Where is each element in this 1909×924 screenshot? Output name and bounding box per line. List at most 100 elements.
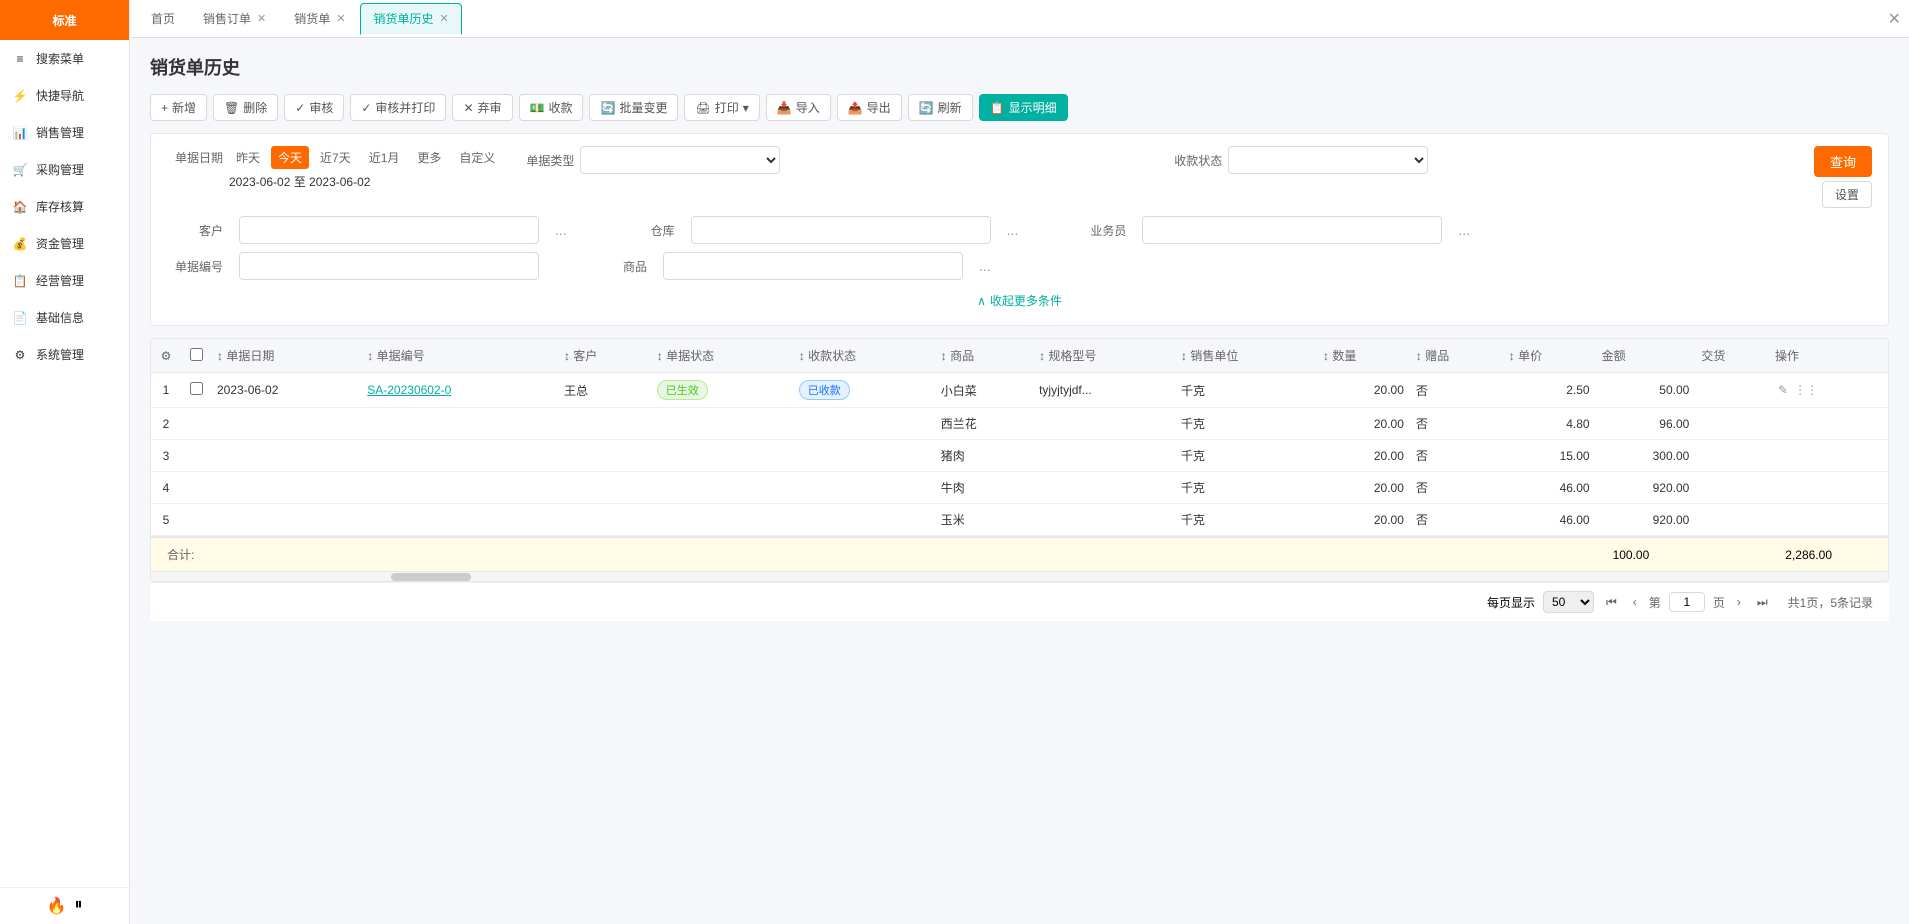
tab-sales-order[interactable]: 销售订单 ✕ bbox=[190, 3, 279, 35]
tab-sales-history-close[interactable]: ✕ bbox=[440, 12, 449, 25]
horizontal-scrollbar[interactable] bbox=[151, 571, 1888, 581]
sidebar-item-finance-mgmt[interactable]: 💰 资金管理 bbox=[0, 225, 129, 262]
collapse-btn[interactable]: ∧ 收起更多条件 bbox=[977, 288, 1062, 313]
customer-input[interactable] bbox=[239, 216, 539, 244]
warehouse-dots[interactable]: ... bbox=[1007, 222, 1019, 238]
page-input[interactable] bbox=[1669, 592, 1705, 612]
sidebar-item-inventory[interactable]: 🏠 库存核算 bbox=[0, 188, 129, 225]
sidebar-fire-icon[interactable]: 🔥 bbox=[47, 896, 67, 916]
audit-print-button[interactable]: ✓ 审核并打印 bbox=[350, 94, 446, 121]
th-customer[interactable]: ↕ 客户 bbox=[558, 339, 651, 373]
prev-page-btn[interactable]: ‹ bbox=[1629, 593, 1641, 611]
doc-no-input[interactable] bbox=[239, 252, 539, 280]
sidebar-item-sys-mgmt[interactable]: ⚙ 系统管理 bbox=[0, 336, 129, 373]
audit-print-label: 审核并打印 bbox=[375, 99, 435, 116]
scrollbar-thumb[interactable] bbox=[391, 573, 471, 581]
th-gift[interactable]: ↕ 赠品 bbox=[1410, 339, 1503, 373]
cell-checkbox[interactable] bbox=[181, 504, 211, 536]
cell-trade bbox=[1695, 504, 1769, 536]
th-doc-status[interactable]: ↕ 单据状态 bbox=[651, 339, 793, 373]
refresh-button[interactable]: 🔄 刷新 bbox=[908, 94, 973, 121]
th-trade[interactable]: 交货 bbox=[1695, 339, 1769, 373]
select-all-checkbox[interactable] bbox=[190, 348, 203, 361]
th-unit[interactable]: ↕ 销售单位 bbox=[1175, 339, 1317, 373]
cell-checkbox[interactable] bbox=[181, 373, 211, 408]
warehouse-input[interactable] bbox=[691, 216, 991, 244]
cell-pay-status bbox=[793, 408, 935, 440]
print-label: 打印 bbox=[715, 99, 739, 116]
cell-doc-no[interactable] bbox=[361, 408, 558, 440]
tab-sales-history[interactable]: 销货单历史 ✕ bbox=[360, 3, 461, 35]
salesman-input[interactable] bbox=[1142, 216, 1442, 244]
tab-sales-goods-close[interactable]: ✕ bbox=[336, 12, 345, 25]
page-text2: 页 bbox=[1713, 594, 1725, 611]
import-button[interactable]: 📥 导入 bbox=[766, 94, 831, 121]
tab-sales-goods[interactable]: 销货单 ✕ bbox=[281, 3, 358, 35]
date-btn-today[interactable]: 今天 bbox=[271, 146, 309, 169]
tab-home[interactable]: 首页 bbox=[138, 3, 188, 35]
show-detail-button[interactable]: 📋 显示明细 bbox=[979, 94, 1068, 121]
query-button[interactable]: 查询 bbox=[1814, 146, 1872, 177]
th-doc-no[interactable]: ↕ 单据编号 bbox=[361, 339, 558, 373]
date-btn-custom[interactable]: 自定义 bbox=[452, 146, 502, 169]
settings-button[interactable]: 设置 bbox=[1822, 181, 1872, 208]
doc-no-link[interactable]: SA-20230602-0 bbox=[367, 383, 451, 397]
per-page-select[interactable]: 50 100 200 bbox=[1543, 591, 1594, 613]
abandon-icon: ✕ bbox=[463, 101, 473, 115]
edit-icon[interactable]: ✎ bbox=[1778, 383, 1788, 397]
audit-button[interactable]: ✓ 审核 bbox=[284, 94, 344, 121]
th-checkbox[interactable] bbox=[181, 339, 211, 373]
status-select[interactable] bbox=[1228, 146, 1428, 174]
goods-input[interactable] bbox=[663, 252, 963, 280]
th-price[interactable]: ↕ 单价 bbox=[1503, 339, 1596, 373]
export-button[interactable]: 📤 导出 bbox=[837, 94, 902, 121]
cell-checkbox[interactable] bbox=[181, 472, 211, 504]
collect-button[interactable]: 💵 收款 bbox=[519, 94, 584, 121]
th-qty[interactable]: ↕ 数量 bbox=[1317, 339, 1410, 373]
cell-doc-no[interactable]: SA-20230602-0 bbox=[361, 373, 558, 408]
last-page-btn[interactable]: ⏭ bbox=[1753, 593, 1772, 612]
customer-dots[interactable]: ... bbox=[555, 222, 567, 238]
sidebar-pause-icon[interactable]: ⏸ bbox=[74, 896, 82, 916]
cell-doc-no[interactable] bbox=[361, 472, 558, 504]
salesman-dots[interactable]: ... bbox=[1458, 222, 1470, 238]
tab-bar-close-all[interactable]: ✕ bbox=[1888, 9, 1901, 29]
cell-doc-no[interactable] bbox=[361, 504, 558, 536]
print-button[interactable]: 🖨 打印 ▾ bbox=[684, 94, 759, 121]
delete-button[interactable]: 🗑 删除 bbox=[213, 94, 278, 121]
cell-customer bbox=[558, 504, 651, 536]
more-icon[interactable]: ⋮⋮ bbox=[1794, 383, 1818, 397]
sidebar-item-base-info[interactable]: 📄 基础信息 bbox=[0, 299, 129, 336]
cell-checkbox[interactable] bbox=[181, 440, 211, 472]
th-goods[interactable]: ↕ 商品 bbox=[935, 339, 1033, 373]
tab-sales-history-label: 销货单历史 bbox=[373, 10, 433, 27]
sidebar-item-ops-mgmt[interactable]: 📋 经营管理 bbox=[0, 262, 129, 299]
type-select[interactable] bbox=[580, 146, 780, 174]
batch-change-icon: 🔄 bbox=[600, 101, 615, 115]
date-btn-more[interactable]: 更多 bbox=[410, 146, 448, 169]
date-btn-7days[interactable]: 近7天 bbox=[313, 146, 358, 169]
cell-checkbox[interactable] bbox=[181, 408, 211, 440]
batch-change-button[interactable]: 🔄 批量变更 bbox=[589, 94, 678, 121]
th-amount[interactable]: 金额 bbox=[1596, 339, 1696, 373]
next-page-btn[interactable]: › bbox=[1733, 593, 1745, 611]
collect-icon: 💵 bbox=[530, 101, 545, 115]
date-btn-1month[interactable]: 近1月 bbox=[362, 146, 407, 169]
date-btn-yesterday[interactable]: 昨天 bbox=[229, 146, 267, 169]
first-page-btn[interactable]: ⏮ bbox=[1602, 593, 1621, 612]
cell-doc-no[interactable] bbox=[361, 440, 558, 472]
th-pay-status[interactable]: ↕ 收款状态 bbox=[793, 339, 935, 373]
th-settings[interactable]: ⚙ bbox=[151, 339, 181, 373]
th-date[interactable]: ↕ 单据日期 bbox=[211, 339, 361, 373]
add-button[interactable]: + 新增 bbox=[150, 94, 207, 121]
row-checkbox[interactable] bbox=[190, 382, 203, 395]
cell-pay-status bbox=[793, 472, 935, 504]
sidebar-item-purchase-mgmt[interactable]: 🛒 采购管理 bbox=[0, 151, 129, 188]
th-spec[interactable]: ↕ 规格型号 bbox=[1033, 339, 1175, 373]
sidebar-item-search-menu[interactable]: ≡ 搜索菜单 bbox=[0, 40, 129, 77]
goods-dots[interactable]: ... bbox=[979, 258, 991, 274]
sidebar-item-sales-mgmt[interactable]: 📊 销售管理 bbox=[0, 114, 129, 151]
sidebar-item-quick-nav[interactable]: ⚡ 快捷导航 bbox=[0, 77, 129, 114]
abandon-button[interactable]: ✕ 弃审 bbox=[452, 94, 512, 121]
tab-sales-order-close[interactable]: ✕ bbox=[257, 12, 266, 25]
